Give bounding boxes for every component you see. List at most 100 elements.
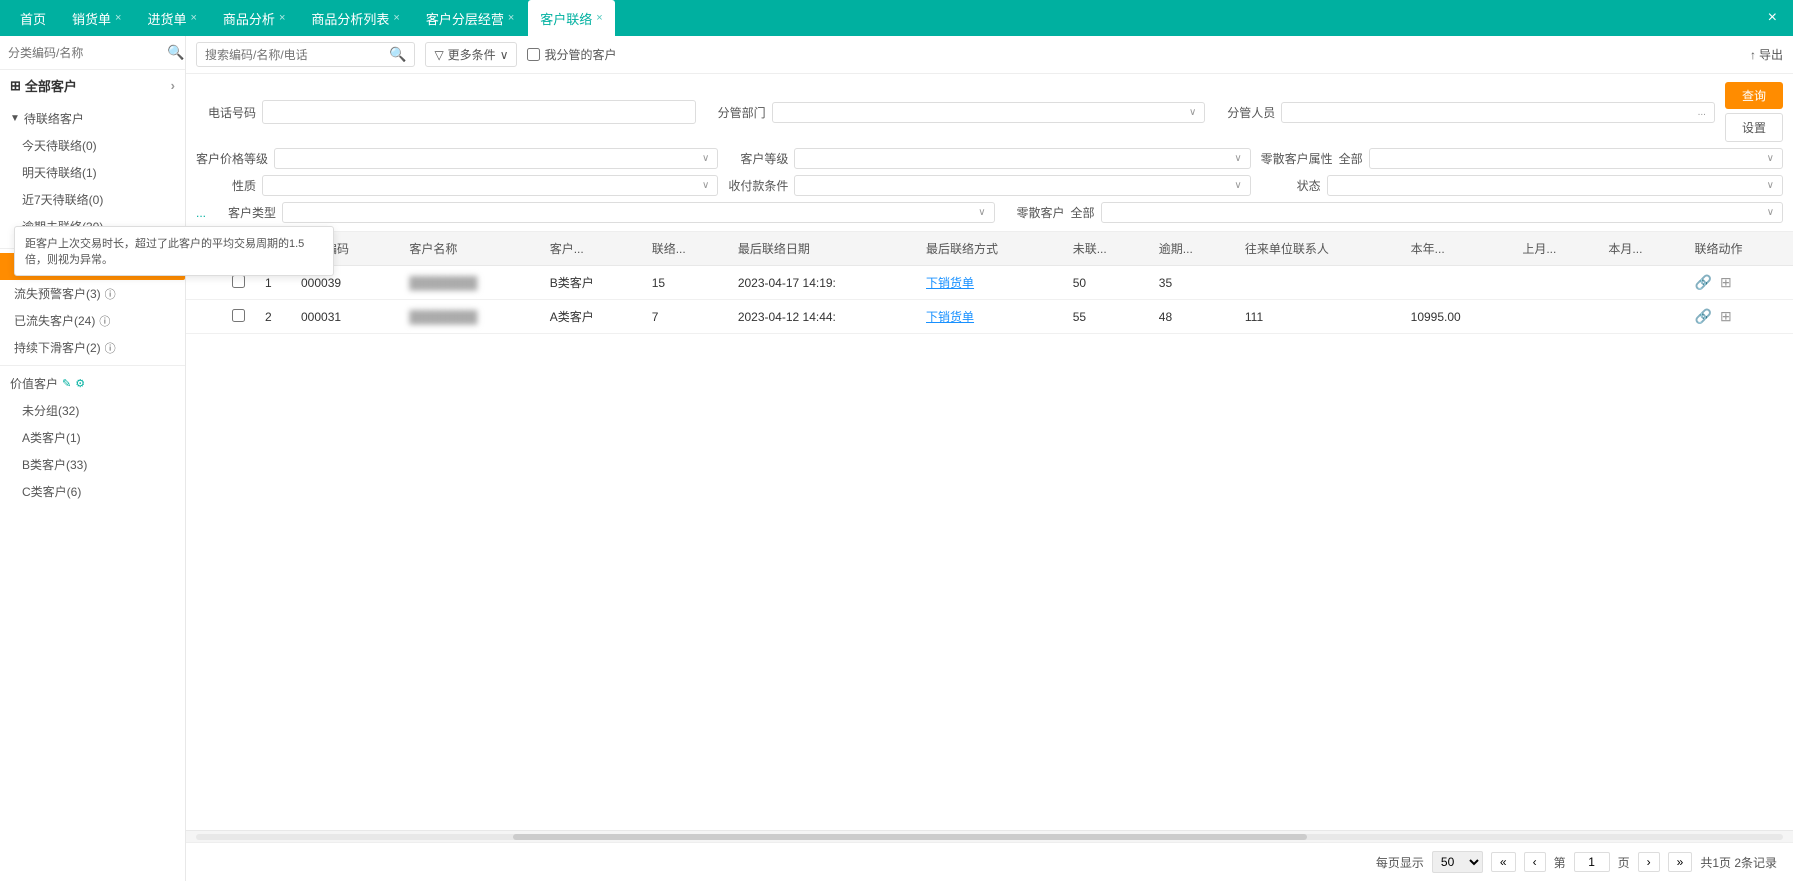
search-input[interactable] — [205, 48, 385, 62]
nav-tab-purchase[interactable]: 进货单 × — [135, 0, 208, 36]
close-icon[interactable]: × — [508, 12, 514, 24]
customer-type-select[interactable]: ∨ — [282, 202, 995, 223]
level-select[interactable]: ∨ — [794, 148, 1250, 169]
edit-icon[interactable]: ✎ — [62, 377, 71, 390]
per-page-select[interactable]: 50 100 200 — [1432, 851, 1483, 873]
window-close-button[interactable]: × — [1760, 9, 1785, 27]
close-icon[interactable]: × — [596, 12, 602, 24]
sidebar-all-customers[interactable]: ⊞ 全部客户 › — [0, 70, 185, 101]
table-header-row: ⚙ # 客户编码 客户名称 客户... 联络... — [186, 232, 1793, 266]
filter-dept: 分管部门 ∨ — [706, 102, 1206, 123]
sidebar-item-class-a[interactable]: A类客户(1) — [0, 424, 185, 451]
chevron-down-icon: ∨ — [1234, 180, 1241, 191]
grid-action-icon[interactable]: ⊞ — [1720, 308, 1732, 325]
table-row: 1 000039 ████████ B类客户 15 2023-04-17 14:… — [186, 266, 1793, 300]
td-last-method[interactable]: 下销货单 — [916, 300, 1063, 334]
scroll-thumb[interactable] — [513, 834, 1307, 840]
td-check[interactable] — [222, 300, 255, 334]
td-last-method[interactable]: 下销货单 — [916, 266, 1063, 300]
phone-input[interactable] — [262, 100, 696, 124]
th-last-contact-date[interactable]: 最后联络日期 — [728, 232, 916, 266]
table-wrap: ⚙ # 客户编码 客户名称 客户... 联络... — [186, 232, 1793, 830]
td-this-year — [1401, 266, 1513, 300]
nav-tab-product-list[interactable]: 商品分析列表 × — [299, 0, 411, 36]
sidebar-item-tomorrow[interactable]: 明天待联络(1) — [0, 159, 185, 186]
my-customers-checkbox-label[interactable]: 我分管的客户 — [527, 46, 616, 63]
query-buttons: 查询 设置 — [1725, 82, 1783, 142]
close-icon[interactable]: × — [190, 12, 196, 24]
sidebar-item-class-c[interactable]: C类客户(6) — [0, 478, 185, 505]
sidebar-search-input[interactable] — [8, 46, 163, 60]
payment-select[interactable]: ∨ — [794, 175, 1250, 196]
gender-select[interactable]: ∨ — [262, 175, 718, 196]
more-filter-link[interactable]: ... — [196, 206, 206, 220]
nav-tab-customer-contact[interactable]: 客户联络 × — [528, 0, 614, 36]
settings-icon[interactable]: ⚙ — [75, 377, 85, 390]
person-select[interactable]: ... — [1281, 102, 1715, 123]
row-checkbox[interactable] — [232, 275, 245, 288]
th-last-contact-method[interactable]: 最后联络方式 — [916, 232, 1063, 266]
chevron-down-icon: ∨ — [702, 180, 709, 191]
sidebar-item-lost[interactable]: 已流失客户(24) ⓘ — [0, 307, 185, 334]
td-uncontacted: 55 — [1063, 300, 1149, 334]
th-this-year[interactable]: 本年... — [1401, 232, 1513, 266]
th-last-month[interactable]: 上月... — [1512, 232, 1598, 266]
nav-tab-product-analysis[interactable]: 商品分析 × — [211, 0, 297, 36]
my-customers-checkbox[interactable] — [527, 48, 540, 61]
status-select[interactable]: ∨ — [1327, 175, 1783, 196]
sidebar-item-7days[interactable]: 近7天待联络(0) — [0, 186, 185, 213]
sidebar-item-lost-pred[interactable]: 流失预警客户(3) ⓘ — [0, 280, 185, 307]
chevron-down-icon: ∨ — [978, 207, 985, 218]
link-action-icon[interactable]: 🔗 — [1695, 274, 1712, 291]
retail-attr-select[interactable]: ∨ — [1369, 148, 1783, 169]
export-button[interactable]: ↑ 导出 — [1750, 46, 1783, 63]
customers-table: ⚙ # 客户编码 客户名称 客户... 联络... — [186, 232, 1793, 334]
link-action-icon[interactable]: 🔗 — [1695, 308, 1712, 325]
settings-button[interactable]: 设置 — [1725, 113, 1783, 142]
close-icon[interactable]: × — [279, 12, 285, 24]
close-icon[interactable]: × — [115, 12, 121, 24]
action-icons: 🔗 ⊞ — [1695, 308, 1783, 325]
chevron-down-icon: ∨ — [1234, 153, 1241, 164]
horizontal-scrollbar[interactable] — [186, 830, 1793, 842]
th-uncontacted[interactable]: 未联... — [1063, 232, 1149, 266]
next-page-button[interactable]: › — [1638, 852, 1660, 872]
prev-page-button[interactable]: ‹ — [1524, 852, 1546, 872]
grid-action-icon[interactable]: ⊞ — [1720, 274, 1732, 291]
td-this-month — [1598, 300, 1684, 334]
th-overdue[interactable]: 逾期... — [1149, 232, 1235, 266]
query-button[interactable]: 查询 — [1725, 82, 1783, 109]
row-checkbox[interactable] — [232, 309, 245, 322]
nav-tab-home[interactable]: 首页 — [8, 0, 58, 36]
sidebar-item-ungroup[interactable]: 未分组(32) — [0, 397, 185, 424]
filter-row-1: 电话号码 分管部门 ∨ 分管人员 ... — [196, 82, 1783, 142]
sidebar-pending-title[interactable]: ▼ 待联络客户 — [0, 105, 185, 132]
filter-more-button[interactable]: ▽ 更多条件 ∨ — [425, 42, 517, 67]
close-icon[interactable]: × — [393, 12, 399, 24]
sidebar-pending-section: ▼ 待联络客户 今天待联络(0) 明天待联络(1) 近7天待联络(0) 逾期未联… — [0, 101, 185, 244]
collapse-icon[interactable]: › — [171, 78, 175, 93]
sidebar-item-decline[interactable]: 持续下滑客户(2) ⓘ — [0, 334, 185, 361]
td-overdue: 35 — [1149, 266, 1235, 300]
th-contact-count[interactable]: 联络... — [642, 232, 728, 266]
th-contact-person[interactable]: 往来单位联系人 — [1235, 232, 1401, 266]
sidebar-item-today[interactable]: 今天待联络(0) — [0, 132, 185, 159]
nav-tab-sales[interactable]: 销货单 × — [60, 0, 133, 36]
dept-select[interactable]: ∨ — [772, 102, 1206, 123]
scroll-track[interactable] — [196, 834, 1783, 840]
td-actions: 🔗 ⊞ — [1685, 266, 1793, 300]
first-page-button[interactable]: « — [1491, 852, 1516, 872]
th-type[interactable]: 客户... — [540, 232, 642, 266]
retail-customer-select[interactable]: ∨ — [1101, 202, 1783, 223]
td-overdue: 48 — [1149, 300, 1235, 334]
th-this-month[interactable]: 本月... — [1598, 232, 1684, 266]
sidebar-item-class-b[interactable]: B类客户(33) — [0, 451, 185, 478]
th-name[interactable]: 客户名称 — [399, 232, 539, 266]
nav-tab-customer-tier[interactable]: 客户分层经营 × — [414, 0, 526, 36]
chevron-down-icon: ∨ — [1767, 180, 1774, 191]
last-page-button[interactable]: » — [1668, 852, 1693, 872]
content-area: 🔍 ▽ 更多条件 ∨ 我分管的客户 ↑ 导出 电话号码 — [186, 36, 1793, 881]
page-number-input[interactable] — [1574, 852, 1610, 872]
price-level-select[interactable]: ∨ — [274, 148, 718, 169]
td-name: ████████ — [399, 266, 539, 300]
